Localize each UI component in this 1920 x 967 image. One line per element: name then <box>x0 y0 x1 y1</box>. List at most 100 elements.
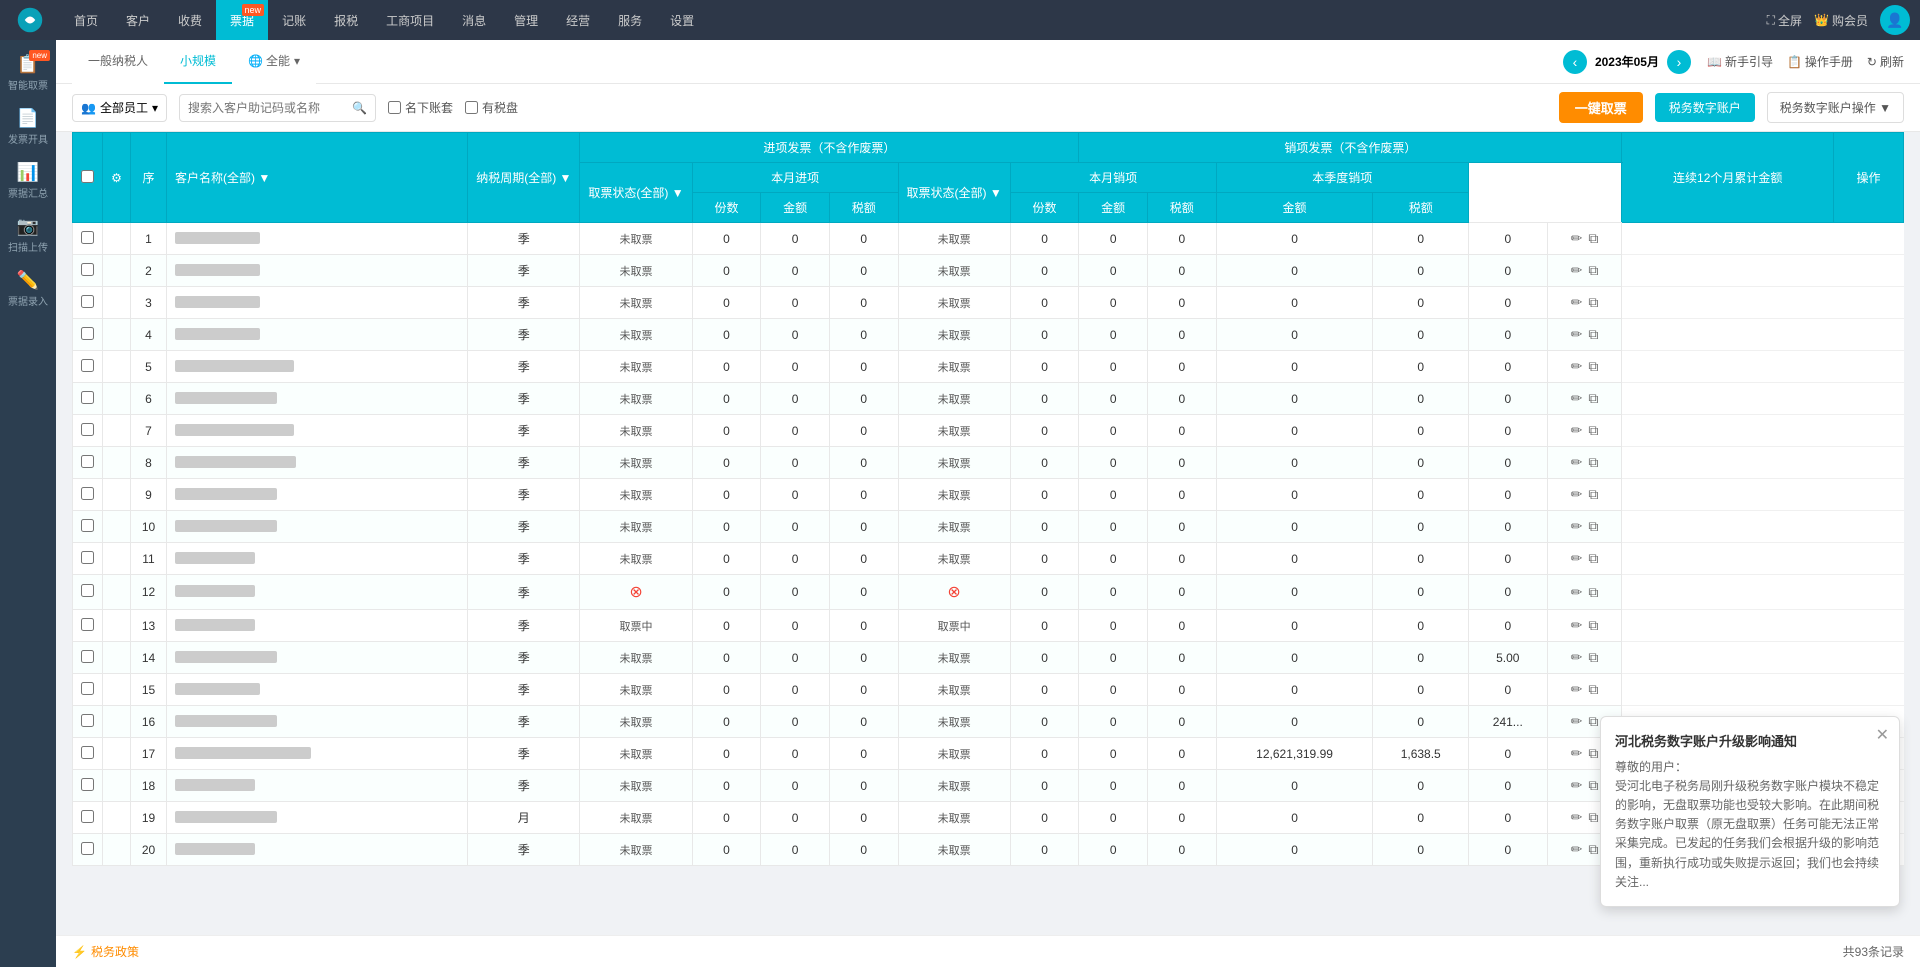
edit-icon[interactable]: ✏ <box>1571 518 1583 535</box>
nav-operation[interactable]: 经营 <box>552 0 604 40</box>
nav-fee[interactable]: 收费 <box>164 0 216 40</box>
copy-icon[interactable]: ⧉ <box>1588 584 1598 601</box>
nav-manage[interactable]: 管理 <box>500 0 552 40</box>
row-checkbox[interactable] <box>81 455 94 468</box>
row-checkbox[interactable] <box>81 650 94 663</box>
tab-all-capable[interactable]: 🌐 全能 ▾ <box>232 40 316 84</box>
copy-icon[interactable]: ⧉ <box>1588 294 1598 311</box>
prev-month-btn[interactable]: ‹ <box>1563 50 1587 74</box>
nav-tax[interactable]: 报税 <box>320 0 372 40</box>
nav-ticket[interactable]: 票据 new <box>216 0 268 40</box>
sidebar-item-ticket-summary[interactable]: 📊 票据汇总 <box>2 156 54 206</box>
has-tax-disk-checkbox[interactable] <box>465 101 478 114</box>
tab-small-scale[interactable]: 小规模 <box>164 40 232 84</box>
user-avatar[interactable]: 👤 <box>1880 5 1910 35</box>
one-click-ticket-btn[interactable]: 一键取票 <box>1559 92 1643 123</box>
sidebar-item-scan-upload[interactable]: 📷 扫描上传 <box>2 210 54 260</box>
nav-message[interactable]: 消息 <box>448 0 500 40</box>
next-month-btn[interactable]: › <box>1667 50 1691 74</box>
operation-manual-link[interactable]: 📋 操作手册 <box>1787 53 1853 70</box>
copy-icon[interactable]: ⧉ <box>1588 390 1598 407</box>
row-checkbox[interactable] <box>81 584 94 597</box>
employee-select[interactable]: 👥 全部员工 ▾ <box>72 94 167 122</box>
row-checkbox[interactable] <box>81 618 94 631</box>
tax-digital-account-op-btn[interactable]: 税务数字账户操作 ▼ <box>1767 92 1904 123</box>
edit-icon[interactable]: ✏ <box>1571 681 1583 698</box>
copy-icon[interactable]: ⧉ <box>1588 617 1598 634</box>
sidebar-item-invoice-open[interactable]: 📄 发票开具 <box>2 102 54 152</box>
edit-icon[interactable]: ✏ <box>1571 326 1583 343</box>
copy-icon[interactable]: ⧉ <box>1588 262 1598 279</box>
edit-icon[interactable]: ✏ <box>1571 745 1583 762</box>
new-guide-link[interactable]: 📖 新手引导 <box>1707 53 1773 70</box>
edit-icon[interactable]: ✏ <box>1571 713 1583 730</box>
copy-icon[interactable]: ⧉ <box>1588 486 1598 503</box>
checkbox-own-accounts[interactable]: 名下账套 <box>388 99 453 116</box>
tax-policy-link[interactable]: ⚡ 税务政策 <box>72 943 139 960</box>
tab-general-taxpayer[interactable]: 一般纳税人 <box>72 40 164 84</box>
edit-icon[interactable]: ✏ <box>1571 422 1583 439</box>
row-checkbox[interactable] <box>81 519 94 532</box>
edit-icon[interactable]: ✏ <box>1571 777 1583 794</box>
row-checkbox[interactable] <box>81 842 94 855</box>
row-checkbox[interactable] <box>81 714 94 727</box>
edit-icon[interactable]: ✏ <box>1571 550 1583 567</box>
row-checkbox[interactable] <box>81 295 94 308</box>
row-checkbox[interactable] <box>81 487 94 500</box>
copy-icon[interactable]: ⧉ <box>1588 422 1598 439</box>
edit-icon[interactable]: ✏ <box>1571 390 1583 407</box>
search-input[interactable] <box>188 101 348 115</box>
row-checkbox[interactable] <box>81 391 94 404</box>
select-all-checkbox[interactable] <box>81 170 94 183</box>
fullscreen-btn[interactable]: ⛶ 全屏 <box>1767 12 1802 29</box>
nav-accounting[interactable]: 记账 <box>268 0 320 40</box>
copy-icon[interactable]: ⧉ <box>1588 454 1598 471</box>
checkbox-has-tax-disk[interactable]: 有税盘 <box>465 99 518 116</box>
copy-icon[interactable]: ⧉ <box>1588 326 1598 343</box>
row-checkbox[interactable] <box>81 778 94 791</box>
member-btn[interactable]: 👑 购会员 <box>1814 12 1868 29</box>
row-checkbox[interactable] <box>81 810 94 823</box>
row-checkbox[interactable] <box>81 231 94 244</box>
edit-icon[interactable]: ✏ <box>1571 809 1583 826</box>
edit-icon[interactable]: ✏ <box>1571 617 1583 634</box>
row-checkbox[interactable] <box>81 327 94 340</box>
copy-icon[interactable]: ⧉ <box>1588 681 1598 698</box>
own-accounts-checkbox[interactable] <box>388 101 401 114</box>
edit-icon[interactable]: ✏ <box>1571 358 1583 375</box>
copy-icon[interactable]: ⧉ <box>1588 713 1598 730</box>
copy-icon[interactable]: ⧉ <box>1588 230 1598 247</box>
edit-icon[interactable]: ✏ <box>1571 649 1583 666</box>
copy-icon[interactable]: ⧉ <box>1588 550 1598 567</box>
copy-icon[interactable]: ⧉ <box>1588 649 1598 666</box>
nav-service[interactable]: 服务 <box>604 0 656 40</box>
copy-icon[interactable]: ⧉ <box>1588 809 1598 826</box>
sidebar-item-smart-ticket[interactable]: 📋 智能取票 new <box>2 48 54 98</box>
refresh-link[interactable]: ↻ 刷新 <box>1867 53 1904 70</box>
nav-home[interactable]: 首页 <box>60 0 112 40</box>
copy-icon[interactable]: ⧉ <box>1588 518 1598 535</box>
row-checkbox[interactable] <box>81 423 94 436</box>
row-checkbox[interactable] <box>81 746 94 759</box>
nav-customer[interactable]: 客户 <box>112 0 164 40</box>
copy-icon[interactable]: ⧉ <box>1588 841 1598 858</box>
search-icon[interactable]: 🔍 <box>352 101 367 115</box>
nav-settings[interactable]: 设置 <box>656 0 708 40</box>
row-checkbox[interactable] <box>81 551 94 564</box>
edit-icon[interactable]: ✏ <box>1571 262 1583 279</box>
edit-icon[interactable]: ✏ <box>1571 230 1583 247</box>
row-checkbox[interactable] <box>81 682 94 695</box>
copy-icon[interactable]: ⧉ <box>1588 745 1598 762</box>
edit-icon[interactable]: ✏ <box>1571 454 1583 471</box>
copy-icon[interactable]: ⧉ <box>1588 777 1598 794</box>
copy-icon[interactable]: ⧉ <box>1588 358 1598 375</box>
edit-icon[interactable]: ✏ <box>1571 486 1583 503</box>
edit-icon[interactable]: ✏ <box>1571 841 1583 858</box>
sidebar-item-ticket-entry[interactable]: ✏️ 票据录入 <box>2 264 54 314</box>
tax-digital-account-btn[interactable]: 税务数字账户 <box>1655 93 1755 122</box>
notification-close-btn[interactable]: ✕ <box>1876 725 1889 745</box>
nav-business[interactable]: 工商项目 <box>372 0 448 40</box>
row-checkbox[interactable] <box>81 263 94 276</box>
edit-icon[interactable]: ✏ <box>1571 584 1583 601</box>
edit-icon[interactable]: ✏ <box>1571 294 1583 311</box>
